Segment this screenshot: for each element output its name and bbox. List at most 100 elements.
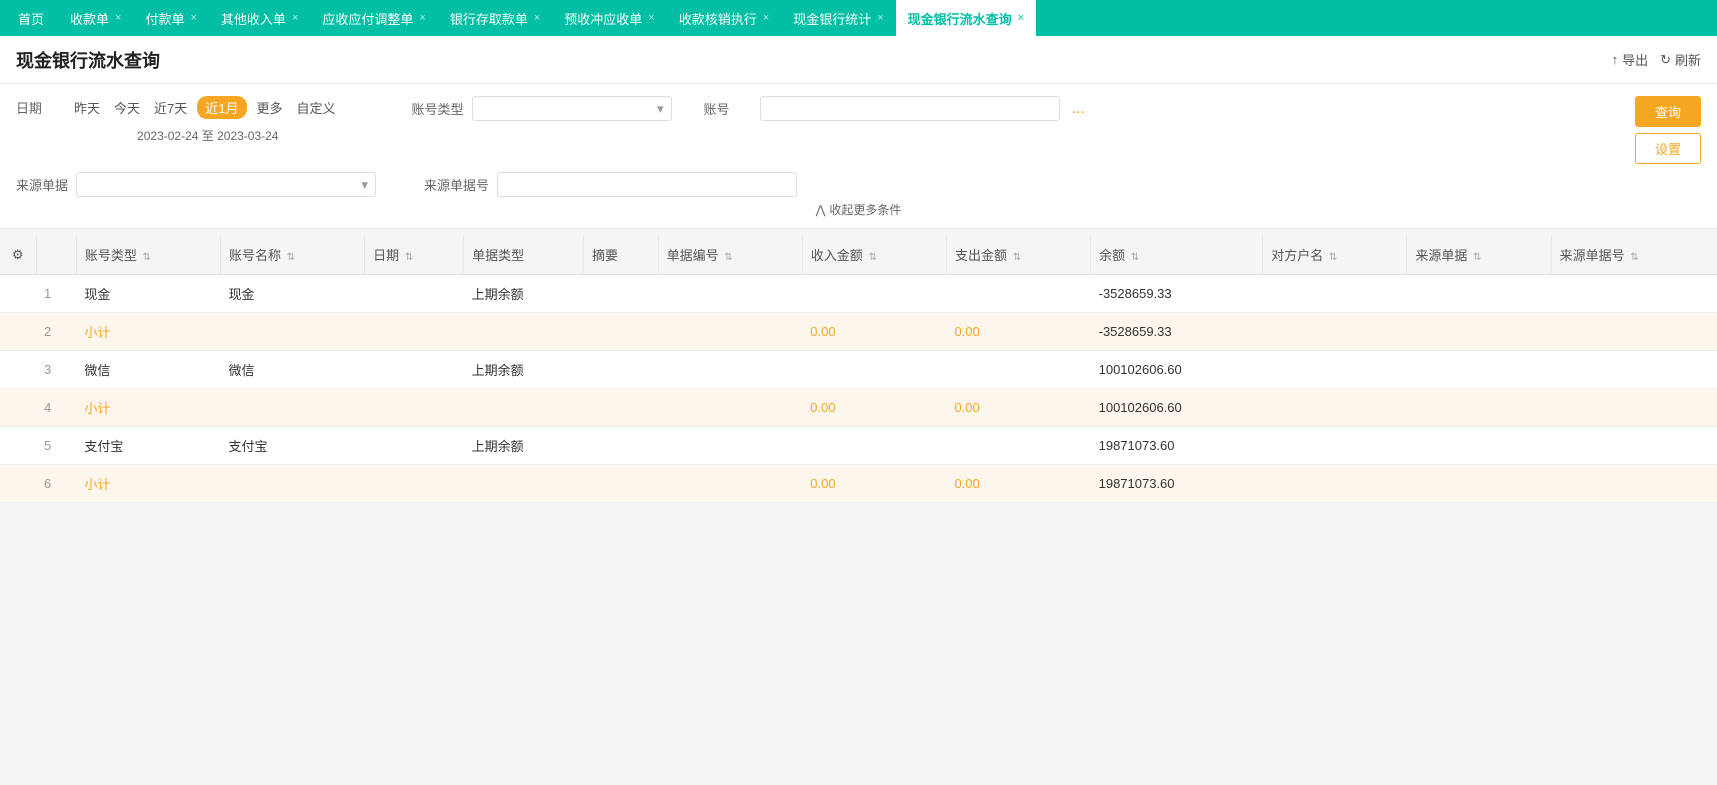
col-account-name[interactable]: 账号名称 ⇅ [220, 235, 364, 275]
page-header: 现金银行流水查询 ↑ 导出 ↻ 刷新 [0, 36, 1717, 84]
table-cell: 微信 [76, 351, 220, 389]
col-doc-no[interactable]: 单据编号 ⇅ [658, 235, 802, 275]
dots-button[interactable]: ... [1068, 100, 1089, 118]
source-doc-no-input[interactable] [497, 172, 797, 197]
nav-item-liushui[interactable]: 现金银行流水查询 × [896, 0, 1036, 36]
table-row: 3微信微信上期余额100102606.60 [0, 351, 1717, 389]
table-cell: 2 [36, 313, 76, 351]
table-cell [1407, 275, 1551, 313]
table-cell: 6 [36, 465, 76, 503]
nav-item-yingshouyingfu[interactable]: 应收应付调整单 × [310, 0, 437, 36]
nav-item-yinhangcunqu[interactable]: 银行存取款单 × [438, 0, 552, 36]
table-cell [583, 351, 658, 389]
date-option-custom[interactable]: 自定义 [293, 96, 340, 119]
nav-item-fukuandan[interactable]: 付款单 × [133, 0, 208, 36]
source-doc-select[interactable] [76, 172, 376, 197]
col-income[interactable]: 收入金额 ⇅ [802, 235, 946, 275]
table-cell [0, 313, 36, 351]
table-cell: 现金 [220, 275, 364, 313]
table-cell [802, 351, 946, 389]
table-cell [464, 389, 584, 427]
col-account-type[interactable]: 账号类型 ⇅ [76, 235, 220, 275]
date-option-more[interactable]: 更多 [253, 96, 287, 119]
col-source-doc-no[interactable]: 来源单据号 ⇅ [1551, 235, 1717, 275]
table-cell: 100102606.60 [1091, 351, 1263, 389]
sort-icon: ⇅ [1131, 252, 1139, 263]
close-icon[interactable]: × [877, 12, 883, 24]
table-cell [0, 389, 36, 427]
table-header-row: ⚙ 账号类型 ⇅ 账号名称 ⇅ 日期 ⇅ 单据类型 摘要 [0, 235, 1717, 275]
table-cell: 0.00 [946, 389, 1090, 427]
col-balance[interactable]: 余额 ⇅ [1091, 235, 1263, 275]
table-cell [946, 275, 1090, 313]
sort-icon: ⇅ [1473, 252, 1481, 263]
query-button[interactable]: 查询 [1635, 96, 1701, 127]
table-cell: 现金 [76, 275, 220, 313]
collapse-icon: ⋀ [816, 203, 826, 217]
date-option-today[interactable]: 今天 [110, 96, 144, 119]
table-cell [365, 427, 464, 465]
table-cell: 支付宝 [76, 427, 220, 465]
table-cell [583, 389, 658, 427]
right-action-buttons: 查询 设置 [1635, 96, 1701, 164]
close-icon[interactable]: × [115, 12, 121, 24]
col-source-doc[interactable]: 来源单据 ⇅ [1407, 235, 1551, 275]
close-icon[interactable]: × [648, 12, 654, 24]
table-cell: 19871073.60 [1091, 427, 1263, 465]
date-option-1month[interactable]: 近1月 [197, 96, 246, 119]
table-cell [658, 427, 802, 465]
date-option-yesterday[interactable]: 昨天 [70, 96, 104, 119]
date-option-7days[interactable]: 近7天 [150, 96, 191, 119]
table-cell [583, 313, 658, 351]
date-range-value: 2023-02-24 至 2023-03-24 [137, 129, 278, 143]
table-cell [1407, 313, 1551, 351]
nav-item-shoukuandan[interactable]: 收款单 × [58, 0, 133, 36]
table-cell: 小计 [76, 313, 220, 351]
close-icon[interactable]: × [419, 12, 425, 24]
filter-section-bottom: 来源单据 来源单据号 [16, 172, 1701, 197]
sort-icon: ⇅ [1329, 252, 1337, 263]
sort-icon: ⇅ [142, 252, 150, 263]
export-button[interactable]: ↑ 导出 [1612, 50, 1649, 69]
table-cell [658, 275, 802, 313]
collapse-button[interactable]: ⋀ 收起更多条件 [816, 201, 902, 218]
source-doc-select-wrapper [76, 172, 376, 197]
account-type-select[interactable] [472, 96, 672, 121]
sort-icon: ⇅ [1013, 252, 1021, 263]
col-date[interactable]: 日期 ⇅ [365, 235, 464, 275]
refresh-icon: ↻ [1660, 52, 1671, 68]
col-expense[interactable]: 支出金额 ⇅ [946, 235, 1090, 275]
settings-button[interactable]: 设置 [1635, 133, 1701, 164]
nav-item-qitashouru[interactable]: 其他收入单 × [209, 0, 310, 36]
nav-item-shoukuanhexiao[interactable]: 收款核销执行 × [667, 0, 781, 36]
refresh-button[interactable]: ↻ 刷新 [1660, 50, 1701, 69]
sort-icon: ⇅ [405, 252, 413, 263]
close-icon[interactable]: × [763, 12, 769, 24]
table-cell [1551, 313, 1717, 351]
table-cell [583, 275, 658, 313]
table-cell [365, 351, 464, 389]
table-cell [0, 351, 36, 389]
col-counter-name[interactable]: 对方户名 ⇅ [1263, 235, 1407, 275]
table-cell: 19871073.60 [1091, 465, 1263, 503]
nav-item-xianjinyinhang[interactable]: 现金银行统计 × [781, 0, 895, 36]
table-cell [658, 351, 802, 389]
close-icon[interactable]: × [190, 12, 196, 24]
col-doc-type: 单据类型 [464, 235, 584, 275]
close-icon[interactable]: × [1018, 12, 1024, 24]
nav-home[interactable]: 首页 [4, 0, 58, 36]
table-row: 4小计0.000.00100102606.60 [0, 389, 1717, 427]
table-cell [1263, 351, 1407, 389]
account-input[interactable] [760, 96, 1060, 121]
table-cell [1551, 351, 1717, 389]
close-icon[interactable]: × [534, 12, 540, 24]
table-cell: 0.00 [802, 389, 946, 427]
table-cell [365, 465, 464, 503]
col-gear[interactable]: ⚙ [0, 235, 36, 275]
account-type-filter-group: 账号类型 [412, 96, 672, 121]
nav-item-yushou[interactable]: 预收冲应收单 × [552, 0, 666, 36]
table-cell [1407, 427, 1551, 465]
source-doc-label: 来源单据 [16, 175, 68, 194]
close-icon[interactable]: × [292, 12, 298, 24]
table-cell [583, 465, 658, 503]
